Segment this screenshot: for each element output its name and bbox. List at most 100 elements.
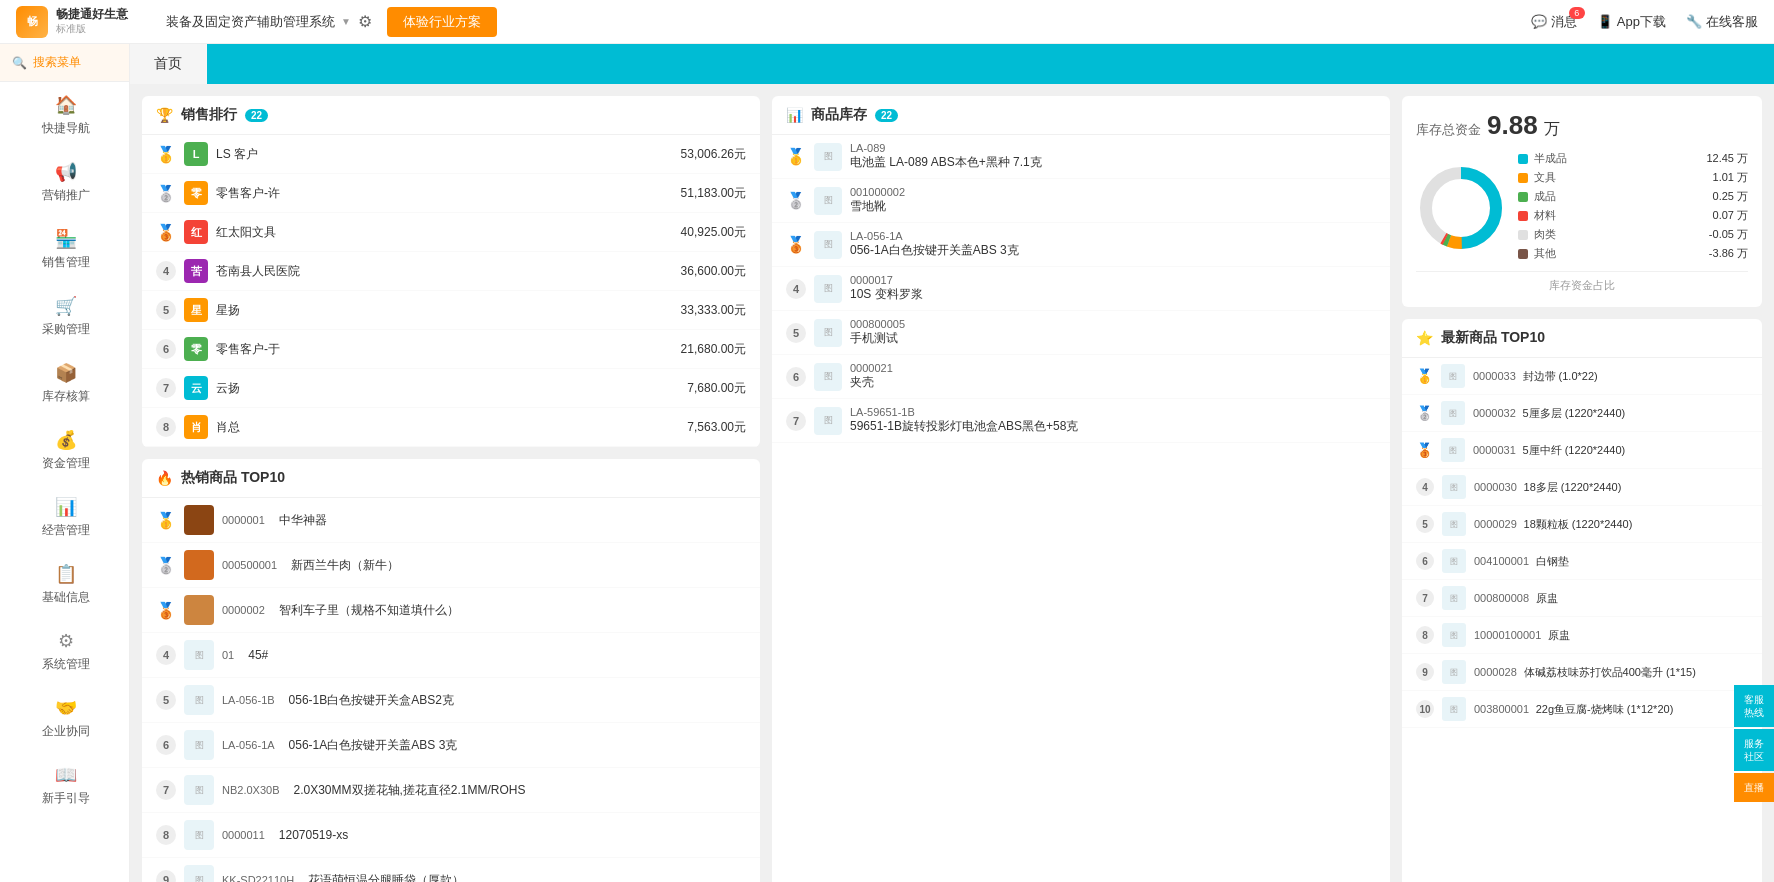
sidebar-label-marketing: 营销推广 (42, 187, 90, 204)
product-code: 000800008 (1474, 592, 1532, 604)
sidebar-item-enterprise[interactable]: 🤝 企业协同 (0, 685, 129, 752)
sales-amount: 33,333.00元 (681, 302, 746, 319)
rank-number: 7 (156, 378, 176, 398)
legend-value: -0.05 万 (1709, 227, 1748, 242)
product-image: 图 (1441, 438, 1465, 462)
list-item: 5 图 0000029 18颗粒板 (1220*2440) (1402, 506, 1762, 543)
product-info: 001000002 雪地靴 (850, 186, 905, 215)
product-code: 0000030 (1474, 481, 1520, 493)
rank-number: 4 (1416, 478, 1434, 496)
sidebar-label-enterprise: 企业协同 (42, 723, 90, 740)
product-code: 000500001 (222, 559, 277, 571)
list-item: 🥈 000500001 新西兰牛肉（新牛） (142, 543, 760, 588)
medal-icon: 🥉 (1416, 442, 1433, 458)
search-label: 搜索菜单 (33, 54, 81, 71)
app-download-item[interactable]: 📱 App下载 (1597, 13, 1666, 31)
list-item: 🥉 图 LA-056-1A 056-1A白色按键开关盖ABS 3克 (772, 223, 1390, 267)
product-code: 0000021 (850, 362, 893, 374)
rank-number: 7 (1416, 589, 1434, 607)
customer-name: 零售客户-许 (216, 185, 673, 202)
product-info: 004100001 白钢垫 (1474, 553, 1569, 569)
sidebar-item-quick-nav[interactable]: 🏠快捷导航 (0, 82, 129, 149)
sidebar-icon-sales: 🏪 (55, 228, 77, 250)
mid-column: 📊 商品库存 22 🥇 图 LA-089 电池盖 LA-089 ABS本色+黑种… (772, 96, 1390, 882)
sidebar-icon-purchase: 🛒 (55, 295, 77, 317)
product-image: 图 (1442, 475, 1466, 499)
product-code: 10000100001 (1474, 629, 1544, 641)
tab-home[interactable]: 首页 (130, 44, 207, 84)
float-btn-live[interactable]: 直播 (1734, 773, 1774, 802)
product-name: 原盅 (1536, 592, 1558, 604)
list-item: 4 图 01 45# (142, 633, 760, 678)
product-image: 图 (184, 865, 214, 882)
messages-item[interactable]: 💬 消息 6 (1531, 13, 1577, 31)
sales-ranking-badge: 22 (245, 109, 268, 122)
sidebar-item-operations[interactable]: 📊经营管理 (0, 484, 129, 551)
product-code: 0000002 (222, 604, 265, 616)
product-code: NB2.0X30B (222, 784, 279, 796)
hot-products-list: 🥇 0000001 中华神器 🥈 000500001 新西兰牛肉（新牛） 🥉 0… (142, 498, 760, 882)
logo-area: 畅 畅捷通好生意 标准版 (16, 6, 146, 38)
rank-number: 4 (156, 261, 176, 281)
rank-number: 4 (786, 279, 806, 299)
legend-value: 0.25 万 (1713, 189, 1748, 204)
rank-number: 5 (1416, 515, 1434, 533)
float-btn-community[interactable]: 服务社区 (1734, 729, 1774, 771)
rank-number: 5 (786, 323, 806, 343)
table-row: 🥈 零 零售客户-许 51,183.00元 (142, 174, 760, 213)
trial-button[interactable]: 体验行业方案 (387, 7, 497, 37)
product-name: 雪地靴 (850, 198, 905, 215)
sidebar-item-guide[interactable]: 📖新手引导 (0, 752, 129, 819)
new-products-list: 🥇 图 0000033 封边带 (1.0*22) 🥈 图 0000032 5厘多… (1402, 358, 1762, 728)
product-info: 0000028 体碱荔枝味苏打饮品400毫升 (1*15) (1474, 664, 1696, 680)
product-image: 图 (184, 730, 214, 760)
sidebar-item-system[interactable]: ⚙系统管理 (0, 618, 129, 685)
legend-value: 1.01 万 (1713, 170, 1748, 185)
inventory-total-value: 9.88 (1487, 110, 1538, 141)
customer-service-item[interactable]: 🔧 在线客服 (1686, 13, 1758, 31)
sidebar-items: 🏠快捷导航📢营销推广🏪销售管理🛒采购管理📦库存核算💰资金管理📊经营管理📋基础信息… (0, 82, 129, 819)
system-selector[interactable]: 装备及固定资产辅助管理系统 ▼ (166, 13, 351, 31)
list-item: 7 图 NB2.0X30B 2.0X30MM双搓花轴,搓花直径2.1MM/ROH… (142, 768, 760, 813)
new-products-title: 最新商品 TOP10 (1441, 329, 1545, 347)
list-item: 5 图 LA-056-1B 056-1B白色按键开关盒ABS2克 (142, 678, 760, 723)
sidebar-icon-enterprise: 🤝 (55, 697, 77, 719)
avatar: 红 (184, 220, 208, 244)
legend-dot (1518, 154, 1528, 164)
page-content: 🏆 销售排行 22 🥇 L LS 客户 53,006.26元 🥈 零 零售客户-… (130, 84, 1774, 882)
sidebar-label-base-info: 基础信息 (42, 589, 90, 606)
sidebar: 🔍 搜索菜单 🏠快捷导航📢营销推广🏪销售管理🛒采购管理📦库存核算💰资金管理📊经营… (0, 44, 130, 882)
sales-ranking-title: 销售排行 (181, 106, 237, 124)
product-code: 001000002 (850, 186, 905, 198)
sidebar-label-quick-nav: 快捷导航 (42, 120, 90, 137)
sidebar-item-sales[interactable]: 🏪销售管理 (0, 216, 129, 283)
sidebar-search[interactable]: 🔍 搜索菜单 (0, 44, 129, 82)
float-btn-service[interactable]: 客服热线 (1734, 685, 1774, 727)
sidebar-item-marketing[interactable]: 📢营销推广 (0, 149, 129, 216)
medal-icon: 🥈 (1416, 405, 1433, 421)
chart-icon: 📊 (786, 107, 803, 123)
product-image: 图 (1441, 401, 1465, 425)
inventory-rank-list: 🥇 图 LA-089 电池盖 LA-089 ABS本色+黑种 7.1克 🥈 图 … (772, 135, 1390, 443)
product-image (184, 550, 214, 580)
hot-products-title: 热销商品 TOP10 (181, 469, 285, 487)
product-code: 000800005 (850, 318, 905, 330)
product-info: 0000017 10S 变料罗浆 (850, 274, 923, 303)
sidebar-item-inventory[interactable]: 📦库存核算 (0, 350, 129, 417)
sidebar-item-finance[interactable]: 💰资金管理 (0, 417, 129, 484)
sales-amount: 7,680.00元 (687, 380, 746, 397)
inventory-total-label: 库存总资金 (1416, 121, 1481, 139)
sidebar-item-base-info[interactable]: 📋基础信息 (0, 551, 129, 618)
product-image: 图 (184, 640, 214, 670)
sales-amount: 36,600.00元 (681, 263, 746, 280)
avatar: 苦 (184, 259, 208, 283)
rank-number: 7 (156, 780, 176, 800)
settings-button[interactable]: ⚙ (351, 8, 379, 36)
product-code: 0000033 (1473, 370, 1519, 382)
inventory-legend: 半成品 12.45 万 文具 1.01 万 成品 0.25 万 材料 0.07 … (1518, 151, 1748, 265)
list-item: 🥈 图 001000002 雪地靴 (772, 179, 1390, 223)
product-name: 电池盖 LA-089 ABS本色+黑种 7.1克 (850, 154, 1042, 171)
rank-number: 10 (1416, 700, 1434, 718)
fire-icon: 🔥 (156, 470, 173, 486)
sidebar-item-purchase[interactable]: 🛒采购管理 (0, 283, 129, 350)
